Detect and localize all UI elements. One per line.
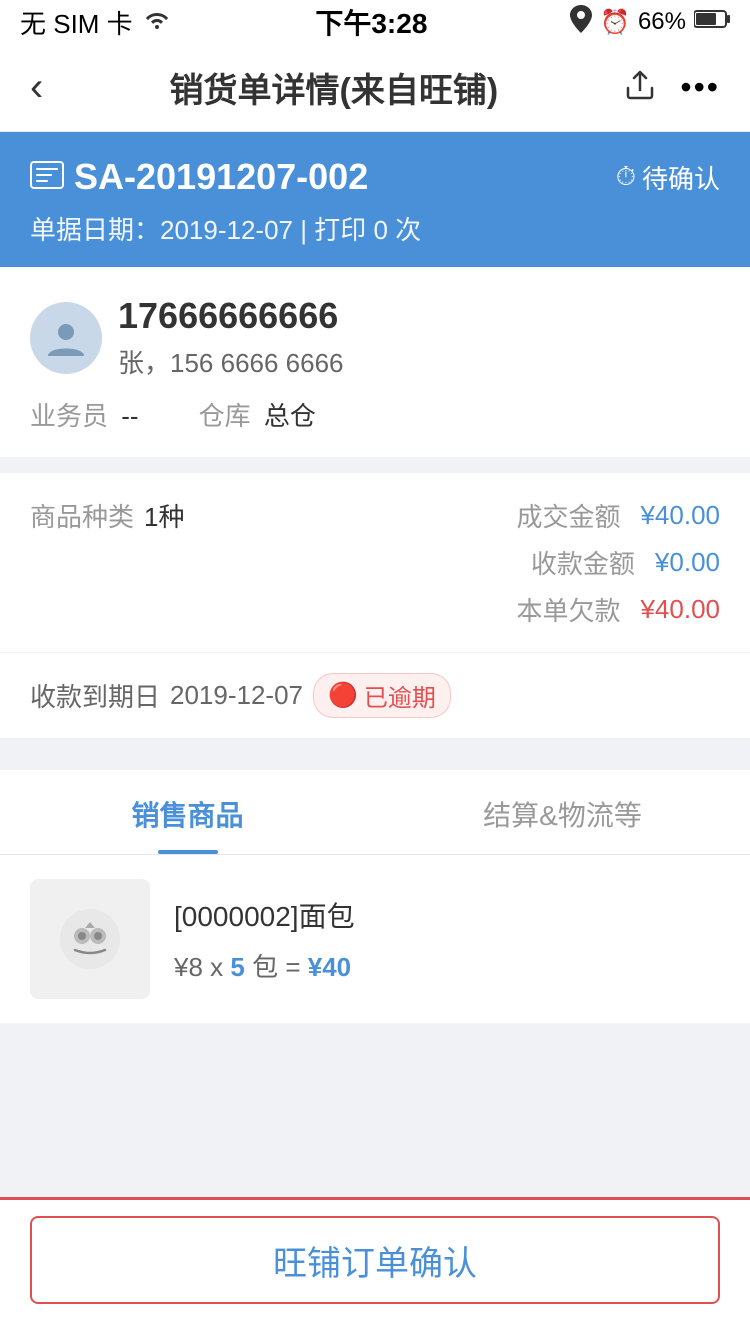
customer-meta: 业务员 -- 仓库 总仓 (30, 396, 720, 433)
order-header-card: SA-20191207-002 ⏱ 待确认 单据日期：2019-12-07 | … (0, 132, 750, 267)
product-name: [0000002]面包 (174, 895, 720, 935)
status-bar: 无 SIM 卡 下午3:28 ⏰ 66% (0, 0, 750, 44)
confirm-button[interactable]: 旺铺订单确认 (30, 1216, 720, 1304)
wifi-icon (141, 7, 173, 38)
owed-amount: ¥40.00 (640, 594, 720, 625)
nav-bar: ‹ 销货单详情(来自旺铺) ••• (0, 44, 750, 132)
battery-icon (694, 8, 730, 36)
amount-fields: 成交金额 ¥40.00 收款金额 ¥0.00 本单欠款 ¥40.00 (516, 497, 720, 628)
summary-section: 商品种类 1种 成交金额 ¥40.00 收款金额 ¥0.00 本单欠款 ¥40.… (0, 473, 750, 652)
product-info: [0000002]面包 ¥8 x 5 包 = ¥40 (174, 895, 720, 984)
divider-1 (0, 457, 750, 473)
owed-row: 本单欠款 ¥40.00 (516, 591, 720, 628)
customer-name: 张，156 6666 6666 (118, 343, 344, 380)
clock-icon: ⏱ (616, 161, 636, 193)
product-item: [0000002]面包 ¥8 x 5 包 = ¥40 (0, 855, 750, 1024)
product-type-field: 商品种类 1种 (30, 497, 184, 534)
alarm-icon: ⏰ (600, 8, 630, 37)
order-status: ⏱ 待确认 (616, 159, 720, 196)
location-icon (570, 5, 592, 40)
customer-section: 17666666666 张，156 6666 6666 业务员 -- 仓库 总仓 (0, 267, 750, 457)
status-right: ⏰ 66% (570, 5, 730, 40)
order-id: SA-20191207-002 (30, 156, 368, 198)
salesperson-field: 业务员 -- (30, 396, 139, 433)
product-list: [0000002]面包 ¥8 x 5 包 = ¥40 (0, 855, 750, 1024)
divider-2 (0, 738, 750, 754)
tab-section: 销售商品 结算&物流等 [00000 (0, 770, 750, 1024)
tab-sales-product[interactable]: 销售商品 (0, 770, 375, 854)
product-qty: 5 (230, 952, 244, 982)
warehouse-field: 仓库 总仓 (199, 396, 316, 433)
order-date-info: 单据日期：2019-12-07 | 打印 0 次 (30, 210, 720, 247)
product-total: ¥40 (308, 952, 351, 982)
deal-amount-row: 成交金额 ¥40.00 (516, 497, 720, 534)
no-sim-text: 无 SIM 卡 (20, 4, 133, 41)
collected-row: 收款金额 ¥0.00 (531, 544, 720, 581)
share-icon[interactable] (624, 68, 656, 108)
status-left: 无 SIM 卡 (20, 4, 173, 41)
bottom-bar: 旺铺订单确认 (0, 1197, 750, 1334)
status-time: 下午3:28 (315, 2, 427, 42)
page-title: 销货单详情(来自旺铺) (170, 63, 499, 112)
order-icon (30, 156, 64, 198)
avatar (30, 302, 102, 374)
battery-level: 66% (638, 8, 686, 36)
nav-actions: ••• (624, 68, 720, 108)
collected-amount: ¥0.00 (655, 547, 720, 578)
deal-amount: ¥40.00 (640, 500, 720, 531)
tab-settlement[interactable]: 结算&物流等 (375, 770, 750, 854)
more-icon[interactable]: ••• (680, 69, 720, 106)
tab-bar: 销售商品 结算&物流等 (0, 770, 750, 855)
due-date-section: 收款到期日 2019-12-07 🔴 已逾期 (0, 652, 750, 738)
overdue-badge: 🔴 已逾期 (313, 673, 451, 718)
product-price-line: ¥8 x 5 包 = ¥40 (174, 947, 720, 984)
product-thumbnail (30, 879, 150, 999)
customer-info: 17666666666 张，156 6666 6666 (118, 295, 344, 380)
customer-phone: 17666666666 (118, 295, 344, 337)
back-button[interactable]: ‹ (30, 65, 43, 110)
warning-icon: 🔴 (328, 681, 358, 710)
